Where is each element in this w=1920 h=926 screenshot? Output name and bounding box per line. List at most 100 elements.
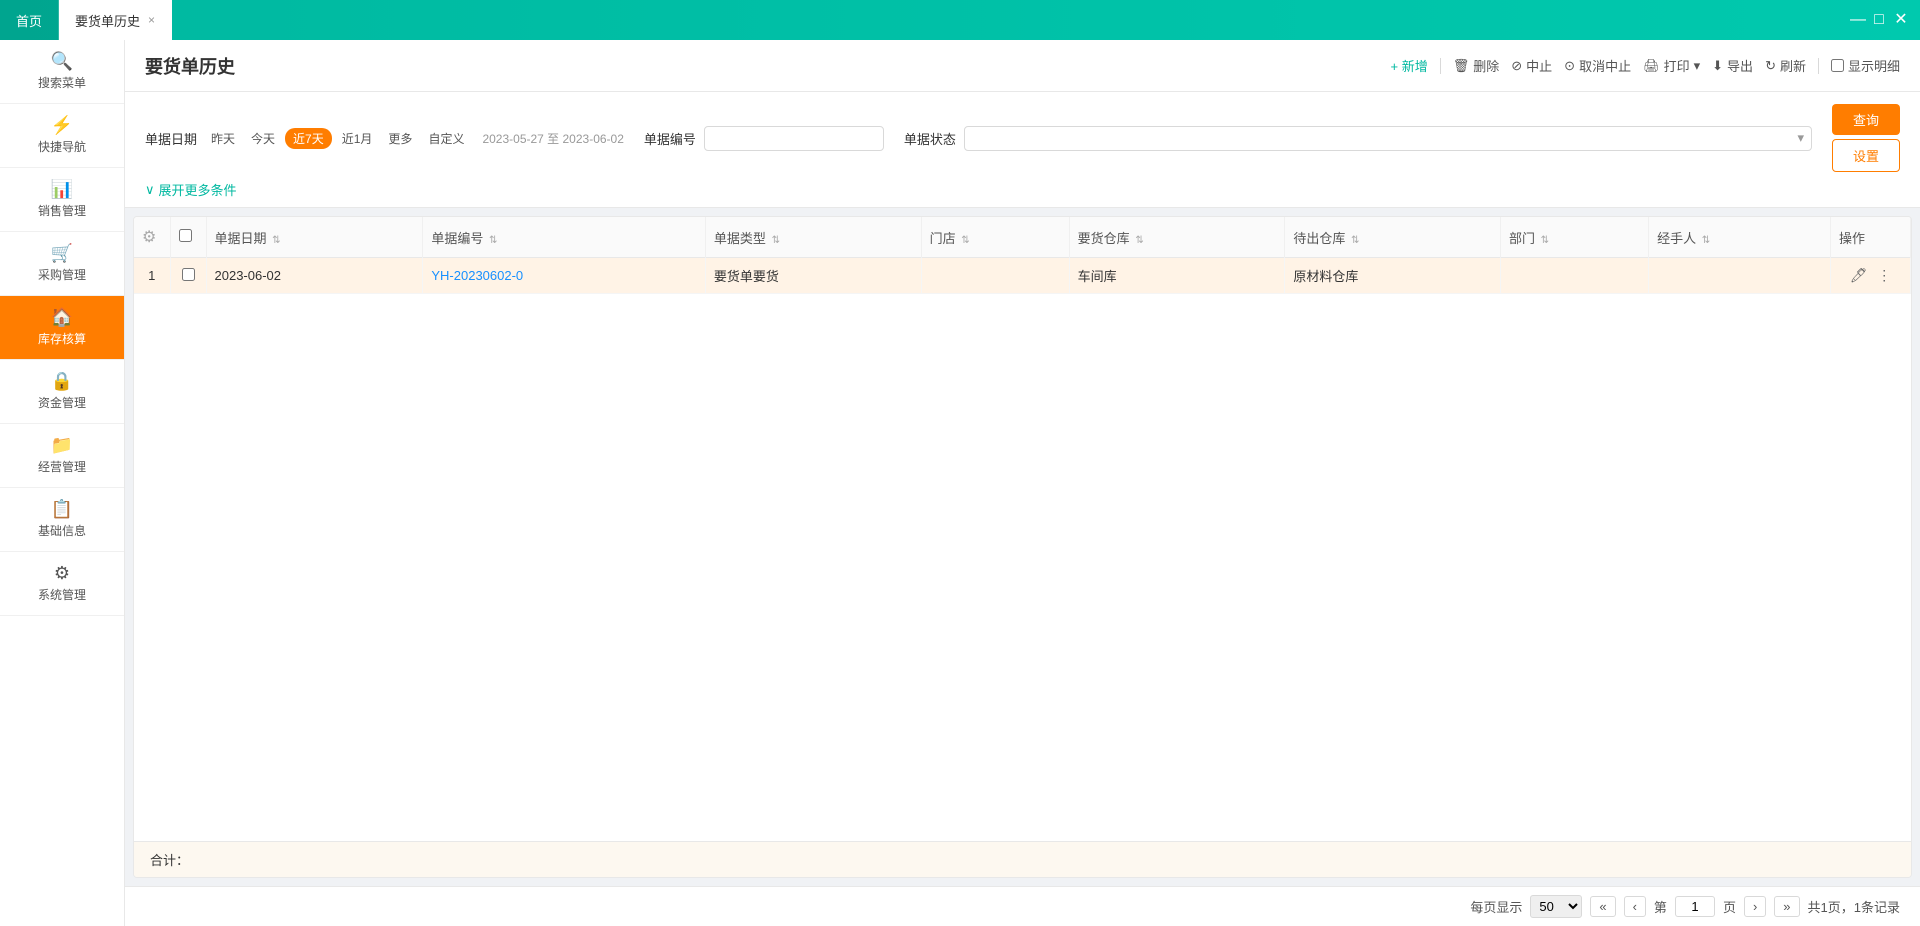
td-row-num: 1 bbox=[134, 258, 170, 294]
delete-button[interactable]: 🗑 删除 bbox=[1453, 56, 1500, 75]
print-button[interactable]: 🖨 打印 ▾ bbox=[1643, 56, 1700, 75]
custom-btn[interactable]: 自定义 bbox=[422, 128, 470, 149]
sort-docno-icon[interactable]: ⇅ bbox=[489, 235, 497, 246]
th-department: 部门 ⇅ bbox=[1500, 217, 1648, 258]
column-settings-icon[interactable]: ⚙ bbox=[142, 229, 156, 246]
sort-date-icon[interactable]: ⇅ bbox=[272, 235, 280, 246]
yesterday-btn[interactable]: 昨天 bbox=[205, 128, 241, 149]
row-checkbox[interactable] bbox=[182, 268, 195, 281]
th-operations: 操作 bbox=[1831, 217, 1911, 258]
more-btn[interactable]: 更多 bbox=[382, 128, 418, 149]
last1month-btn[interactable]: 近1月 bbox=[336, 128, 379, 149]
sidebar-item-inventory[interactable]: 🏠 库存核算 bbox=[0, 296, 124, 360]
th-settings: ⚙ bbox=[134, 217, 170, 258]
sort-store-icon[interactable]: ⇅ bbox=[961, 235, 969, 246]
cancel-stop-button[interactable]: ⊙ 取消中止 bbox=[1564, 56, 1631, 75]
refresh-button[interactable]: ↻ 刷新 bbox=[1765, 56, 1806, 75]
last7days-btn[interactable]: 近7天 bbox=[285, 128, 332, 149]
sidebar-item-label: 资金管理 bbox=[38, 394, 86, 411]
stop-button[interactable]: ⊘ 中止 bbox=[1511, 56, 1552, 75]
next-page-button[interactable]: › bbox=[1744, 896, 1766, 917]
more-ops-icon[interactable]: ⋮ bbox=[1877, 267, 1891, 283]
query-button[interactable]: 查询 bbox=[1832, 104, 1900, 135]
per-page-label: 每页显示 bbox=[1470, 897, 1522, 916]
sidebar-item-sales-mgmt[interactable]: 📊 销售管理 bbox=[0, 168, 124, 232]
page-suffix: 页 bbox=[1723, 897, 1736, 916]
date-shortcuts: 昨天 今天 近7天 近1月 更多 自定义 bbox=[205, 128, 470, 149]
doc-number-filter: 单据编号 bbox=[644, 126, 884, 151]
tab-label: 要货单历史 bbox=[75, 11, 140, 30]
sidebar-item-basic-info[interactable]: 📋 基础信息 bbox=[0, 488, 124, 552]
sidebar-item-label: 搜索菜单 bbox=[38, 74, 86, 91]
td-doc-no: YH-20230602-0 bbox=[423, 258, 706, 294]
td-department bbox=[1500, 258, 1648, 294]
sidebar-item-quick-nav[interactable]: ⚡ 快捷导航 bbox=[0, 104, 124, 168]
divider bbox=[1440, 58, 1441, 74]
tab-close-icon[interactable]: × bbox=[148, 13, 155, 27]
td-check bbox=[170, 258, 206, 294]
tab-requisition-history[interactable]: 要货单历史 × bbox=[59, 0, 172, 40]
sidebar-item-label: 系统管理 bbox=[38, 586, 86, 603]
search-menu-icon: 🔍 bbox=[51, 52, 73, 70]
expand-icon: ∨ bbox=[145, 182, 155, 198]
last-page-button[interactable]: » bbox=[1774, 896, 1799, 917]
prev-page-button[interactable]: ‹ bbox=[1624, 896, 1646, 917]
table-scroll[interactable]: ⚙ 单据日期 ⇅ 单据编号 ⇅ bbox=[134, 217, 1911, 841]
sidebar-item-finance[interactable]: 🔒 资金管理 bbox=[0, 360, 124, 424]
sort-pending-warehouse-icon[interactable]: ⇅ bbox=[1351, 235, 1359, 246]
show-detail-label[interactable]: 显示明细 bbox=[1831, 56, 1900, 75]
sidebar-item-label: 销售管理 bbox=[38, 202, 86, 219]
sort-req-warehouse-icon[interactable]: ⇅ bbox=[1135, 235, 1143, 246]
doc-number-label: 单据编号 bbox=[644, 129, 696, 148]
td-doc-type: 要货单要货 bbox=[705, 258, 921, 294]
tab-bar: 首页 要货单历史 × bbox=[0, 0, 1838, 40]
close-icon[interactable]: ✕ bbox=[1894, 13, 1908, 27]
inventory-icon: 🏠 bbox=[51, 308, 73, 326]
settings-button[interactable]: 设置 bbox=[1832, 139, 1900, 172]
data-table: ⚙ 单据日期 ⇅ 单据编号 ⇅ bbox=[134, 217, 1911, 294]
minimize-icon[interactable]: — bbox=[1850, 13, 1864, 27]
date-range-display: 2023-05-27 至 2023-06-02 bbox=[482, 130, 623, 147]
table-body: 1 2023-06-02 YH-20230602-0 要货单要货 车间库 bbox=[134, 258, 1911, 294]
per-page-select[interactable]: 50 10 20 100 bbox=[1530, 895, 1582, 918]
show-detail-checkbox[interactable] bbox=[1831, 59, 1844, 72]
sidebar-item-purchase-mgmt[interactable]: 🛒 采购管理 bbox=[0, 232, 124, 296]
quick-nav-icon: ⚡ bbox=[51, 116, 73, 134]
sidebar-item-label: 快捷导航 bbox=[38, 138, 86, 155]
th-date: 单据日期 ⇅ bbox=[206, 217, 423, 258]
td-operations: 🖊 ⋮ bbox=[1831, 258, 1911, 294]
sidebar-item-operations[interactable]: 📁 经营管理 bbox=[0, 424, 124, 488]
cancel-stop-icon: ⊙ bbox=[1564, 58, 1575, 74]
page-header: 要货单历史 + 新增 🗑 删除 ⊘ 中止 ⊙ 取消中止 🖨 打 bbox=[125, 40, 1920, 92]
select-all-checkbox[interactable] bbox=[179, 229, 192, 242]
window-controls: — □ ✕ bbox=[1838, 13, 1920, 27]
table-row: 1 2023-06-02 YH-20230602-0 要货单要货 车间库 bbox=[134, 258, 1911, 294]
maximize-icon[interactable]: □ bbox=[1872, 13, 1886, 27]
sidebar-item-system-mgmt[interactable]: ⚙ 系统管理 bbox=[0, 552, 124, 616]
sort-handler-icon[interactable]: ⇅ bbox=[1702, 235, 1710, 246]
new-button[interactable]: + 新增 bbox=[1390, 56, 1427, 75]
status-label: 单据状态 bbox=[904, 129, 956, 148]
footer-label: 合计： bbox=[150, 853, 189, 868]
tab-home[interactable]: 首页 bbox=[0, 0, 59, 40]
expand-more-btn[interactable]: ∨ 展开更多条件 bbox=[145, 180, 1900, 199]
status-select[interactable] bbox=[964, 126, 1812, 151]
today-btn[interactable]: 今天 bbox=[245, 128, 281, 149]
sort-doctype-icon[interactable]: ⇅ bbox=[772, 235, 780, 246]
th-check bbox=[170, 217, 206, 258]
stop-icon: ⊘ bbox=[1511, 58, 1522, 74]
total-info: 共1页，1条记录 bbox=[1808, 897, 1900, 916]
print-icon: 🖨 bbox=[1643, 58, 1660, 74]
sales-icon: 📊 bbox=[51, 180, 73, 198]
th-handler: 经手人 ⇅ bbox=[1649, 217, 1831, 258]
sidebar-item-search-menu[interactable]: 🔍 搜索菜单 bbox=[0, 40, 124, 104]
td-req-warehouse: 车间库 bbox=[1069, 258, 1285, 294]
page-number-input[interactable] bbox=[1675, 896, 1715, 917]
doc-number-input[interactable] bbox=[704, 126, 884, 151]
td-pending-warehouse: 原材料仓库 bbox=[1285, 258, 1501, 294]
sort-department-icon[interactable]: ⇅ bbox=[1541, 235, 1549, 246]
doc-no-link[interactable]: YH-20230602-0 bbox=[431, 268, 523, 283]
first-page-button[interactable]: « bbox=[1590, 896, 1615, 917]
edit-icon[interactable]: 🖊 bbox=[1850, 267, 1868, 283]
export-button[interactable]: ⬇ 导出 bbox=[1712, 56, 1753, 75]
